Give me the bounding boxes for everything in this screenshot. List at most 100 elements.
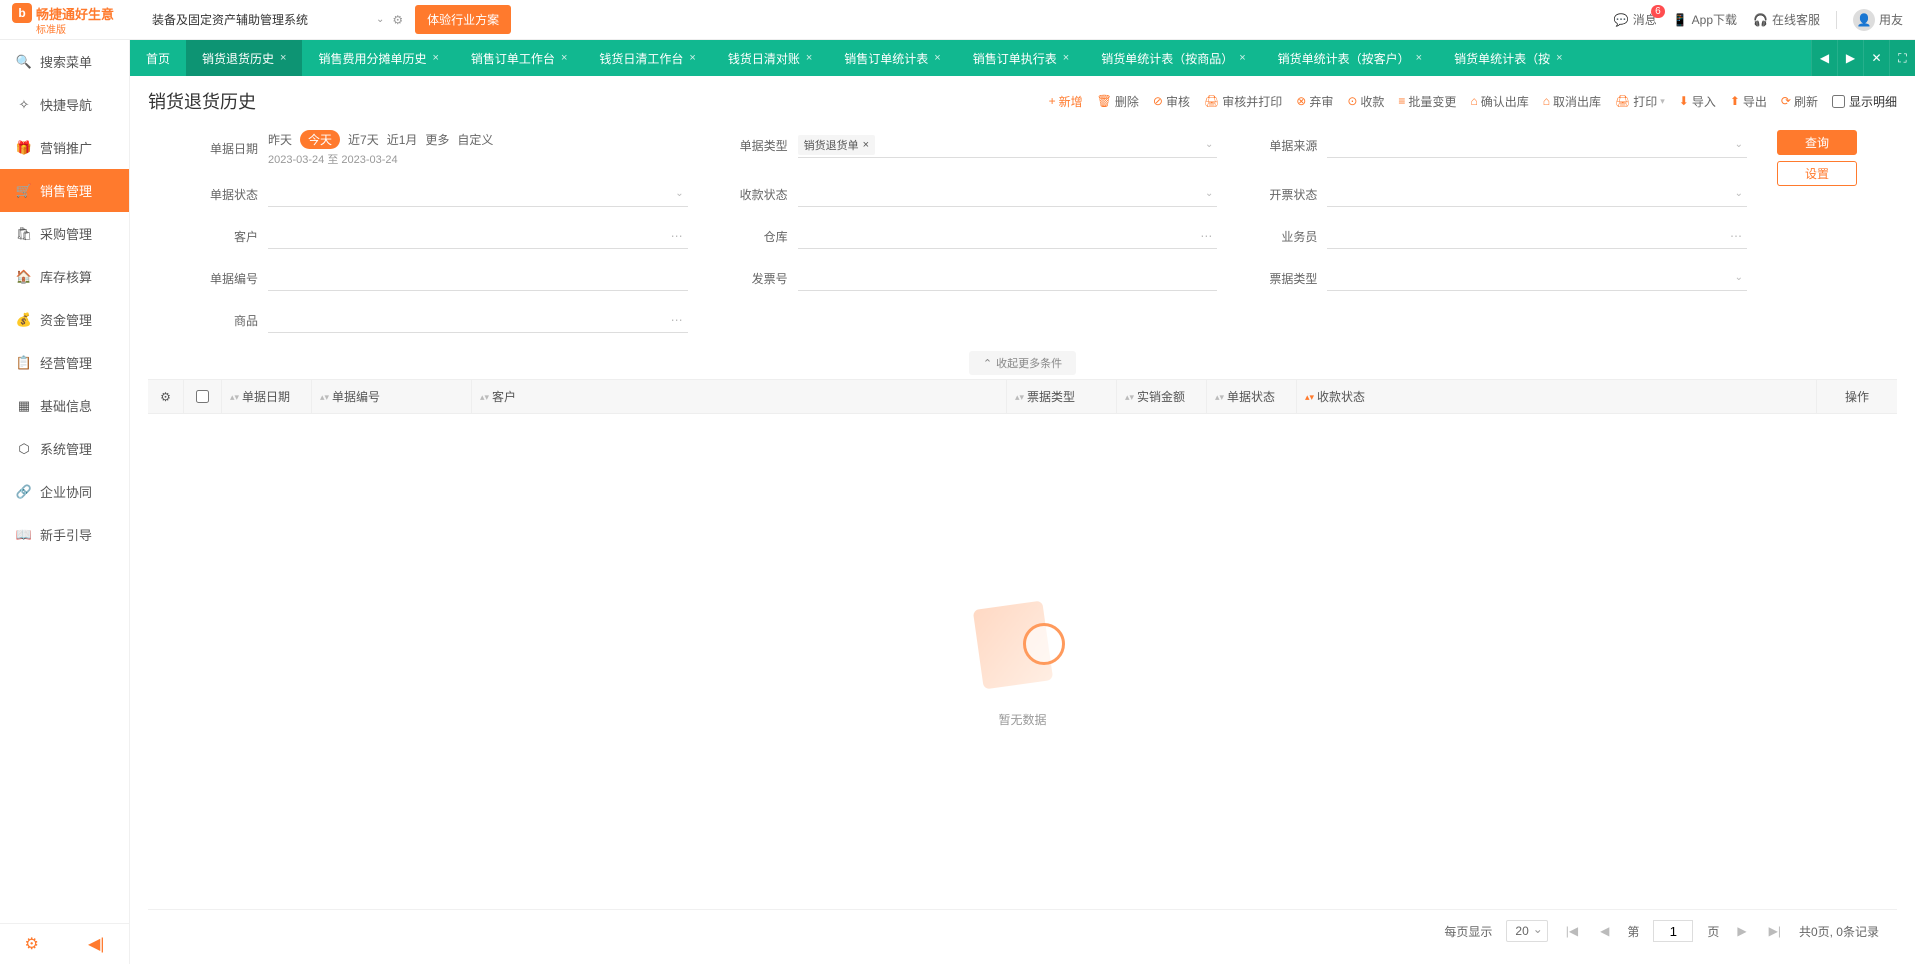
next-page-button[interactable]: ▶ (1733, 924, 1750, 938)
tab-item[interactable]: 销货退货历史× (186, 40, 302, 76)
confirm-outbound-button[interactable]: ⌂确认出库 (1470, 93, 1528, 110)
filter-ticket-type[interactable]: 票据类型 ⌄ (1247, 263, 1747, 293)
column-bill-status[interactable]: ▴▾单据状态 (1207, 380, 1297, 413)
close-icon[interactable]: × (1063, 52, 1069, 64)
user-menu[interactable]: 👤 用友 (1853, 9, 1903, 31)
filter-receive-status[interactable]: 收款状态 ⌄ (718, 179, 1218, 209)
delete-button[interactable]: 🗑删除 (1097, 93, 1139, 110)
audit-print-button[interactable]: 🖨审核并打印 (1204, 93, 1282, 110)
tab-item[interactable]: 销售费用分摊单历史× (302, 40, 454, 76)
sidebar-item-compass[interactable]: ✧快捷导航 (0, 83, 129, 126)
message-button[interactable]: 💬 消息 6 (1614, 11, 1657, 28)
refresh-button[interactable]: ⟳刷新 (1781, 93, 1818, 110)
close-icon[interactable]: × (934, 52, 940, 64)
filter-bill-status[interactable]: 单据状态 ⌄ (188, 179, 688, 209)
invoice-no-input[interactable] (798, 265, 1218, 291)
date-last7[interactable]: 近7天 (348, 131, 379, 148)
settings-button[interactable]: 设置 (1777, 161, 1857, 186)
column-customer[interactable]: ▴▾客户 (472, 380, 1007, 413)
filter-invoice-no[interactable]: 发票号 (718, 263, 1218, 293)
receive-button[interactable]: ⊙收款 (1347, 93, 1384, 110)
tab-item[interactable]: 销货单统计表（按客户）× (1262, 40, 1438, 76)
query-button[interactable]: 查询 (1777, 130, 1857, 155)
date-more[interactable]: 更多 (425, 131, 449, 148)
sidebar-item-book[interactable]: 📖新手引导 (0, 513, 129, 556)
sidebar-item-clipboard[interactable]: 📋经营管理 (0, 341, 129, 384)
sidebar-item-search[interactable]: 🔍搜索菜单 (0, 40, 129, 83)
app-download-button[interactable]: 📱 App下载 (1673, 11, 1737, 28)
tab-fullscreen[interactable]: ⛶ (1889, 40, 1915, 76)
filter-warehouse[interactable]: 仓库 ⋯ (718, 221, 1218, 251)
last-page-button[interactable]: ▶| (1765, 924, 1785, 938)
select-all-checkbox[interactable] (196, 390, 209, 403)
date-today[interactable]: 今天 (300, 130, 340, 149)
settings-icon[interactable]: ⚙ (25, 934, 39, 954)
close-icon[interactable]: × (1416, 52, 1422, 64)
tab-item[interactable]: 销售订单执行表× (957, 40, 1085, 76)
date-yesterday[interactable]: 昨天 (268, 131, 292, 148)
column-receive-status[interactable]: ▴▾收款状态 (1297, 380, 1817, 413)
system-selector[interactable]: 装备及固定资产辅助管理系统 ⌄ (152, 11, 384, 28)
try-industry-button[interactable]: 体验行业方案 (415, 5, 511, 34)
column-real-amount[interactable]: ▴▾实销金额 (1117, 380, 1207, 413)
column-select-all[interactable] (184, 380, 222, 413)
show-detail-checkbox[interactable]: 显示明细 (1832, 93, 1897, 110)
online-service-button[interactable]: 🎧 在线客服 (1753, 11, 1820, 28)
sidebar-item-grid[interactable]: ▦基础信息 (0, 384, 129, 427)
add-button[interactable]: +新增 (1049, 93, 1083, 110)
filter-bill-type[interactable]: 单据类型 销货退货单× ⌄ (718, 130, 1218, 160)
collapse-filters-button[interactable]: ⌃ 收起更多条件 (969, 351, 1076, 375)
gear-icon[interactable]: ⚙ (392, 13, 403, 27)
column-bill-no[interactable]: ▴▾单据编号 (312, 380, 472, 413)
page-input[interactable] (1653, 920, 1693, 942)
close-icon[interactable]: × (561, 52, 567, 64)
collapse-sidebar-icon[interactable]: ◀| (88, 934, 104, 954)
date-custom[interactable]: 自定义 (457, 131, 493, 148)
tab-item[interactable]: 钱货日清工作台× (583, 40, 711, 76)
column-bill-date[interactable]: ▴▾单据日期 (222, 380, 312, 413)
date-last-month[interactable]: 近1月 (387, 131, 418, 148)
filter-salesman[interactable]: 业务员 ⋯ (1247, 221, 1747, 251)
close-icon[interactable]: × (689, 52, 695, 64)
tab-scroll-right[interactable]: ▶ (1837, 40, 1863, 76)
sidebar-item-cart[interactable]: 🛒销售管理 (0, 169, 129, 212)
close-icon[interactable]: × (1239, 52, 1245, 64)
close-icon[interactable]: × (280, 52, 286, 64)
tab-item[interactable]: 销售订单统计表× (828, 40, 956, 76)
tab-item[interactable]: 销货单统计表（按× (1438, 40, 1578, 76)
sidebar-item-warehouse[interactable]: 🏠库存核算 (0, 255, 129, 298)
column-ticket-type[interactable]: ▴▾票据类型 (1007, 380, 1117, 413)
filter-bill-no[interactable]: 单据编号 (188, 263, 688, 293)
bill-no-input[interactable] (268, 265, 688, 291)
export-button[interactable]: ⬆导出 (1730, 93, 1767, 110)
filter-invoice-status[interactable]: 开票状态 ⌄ (1247, 179, 1747, 209)
tab-home[interactable]: 首页 (130, 40, 186, 76)
abandon-button[interactable]: ⊗弃审 (1296, 93, 1333, 110)
sidebar-item-gift[interactable]: 🎁营销推广 (0, 126, 129, 169)
filter-product[interactable]: 商品 ⋯ (188, 305, 688, 335)
tab-item[interactable]: 销货单统计表（按商品）× (1085, 40, 1261, 76)
tab-close-all[interactable]: ✕ (1863, 40, 1889, 76)
close-icon[interactable]: × (432, 52, 438, 64)
close-icon[interactable]: × (863, 139, 869, 151)
tab-item[interactable]: 钱货日清对账× (712, 40, 828, 76)
sidebar-item-link[interactable]: 🔗企业协同 (0, 470, 129, 513)
batch-change-button[interactable]: ≡批量变更 (1398, 93, 1456, 110)
sidebar-item-bag[interactable]: 🛍采购管理 (0, 212, 129, 255)
prev-page-button[interactable]: ◀ (1596, 924, 1613, 938)
import-button[interactable]: ⬇导入 (1679, 93, 1716, 110)
bill-type-chip[interactable]: 销货退货单× (798, 135, 875, 155)
sidebar-item-hexagon[interactable]: ⬡系统管理 (0, 427, 129, 470)
filter-bill-source[interactable]: 单据来源 ⌄ (1247, 130, 1747, 160)
column-settings[interactable]: ⚙ (148, 380, 184, 413)
print-button[interactable]: 🖨打印▾ (1615, 93, 1665, 110)
filter-customer[interactable]: 客户 ⋯ (188, 221, 688, 251)
tab-scroll-left[interactable]: ◀ (1811, 40, 1837, 76)
per-page-select[interactable]: 20 (1506, 920, 1547, 942)
first-page-button[interactable]: |◀ (1562, 924, 1582, 938)
sidebar-item-money[interactable]: 💰资金管理 (0, 298, 129, 341)
audit-button[interactable]: ⊘审核 (1153, 93, 1190, 110)
close-icon[interactable]: × (1556, 52, 1562, 64)
close-icon[interactable]: × (806, 52, 812, 64)
tab-item[interactable]: 销售订单工作台× (455, 40, 583, 76)
